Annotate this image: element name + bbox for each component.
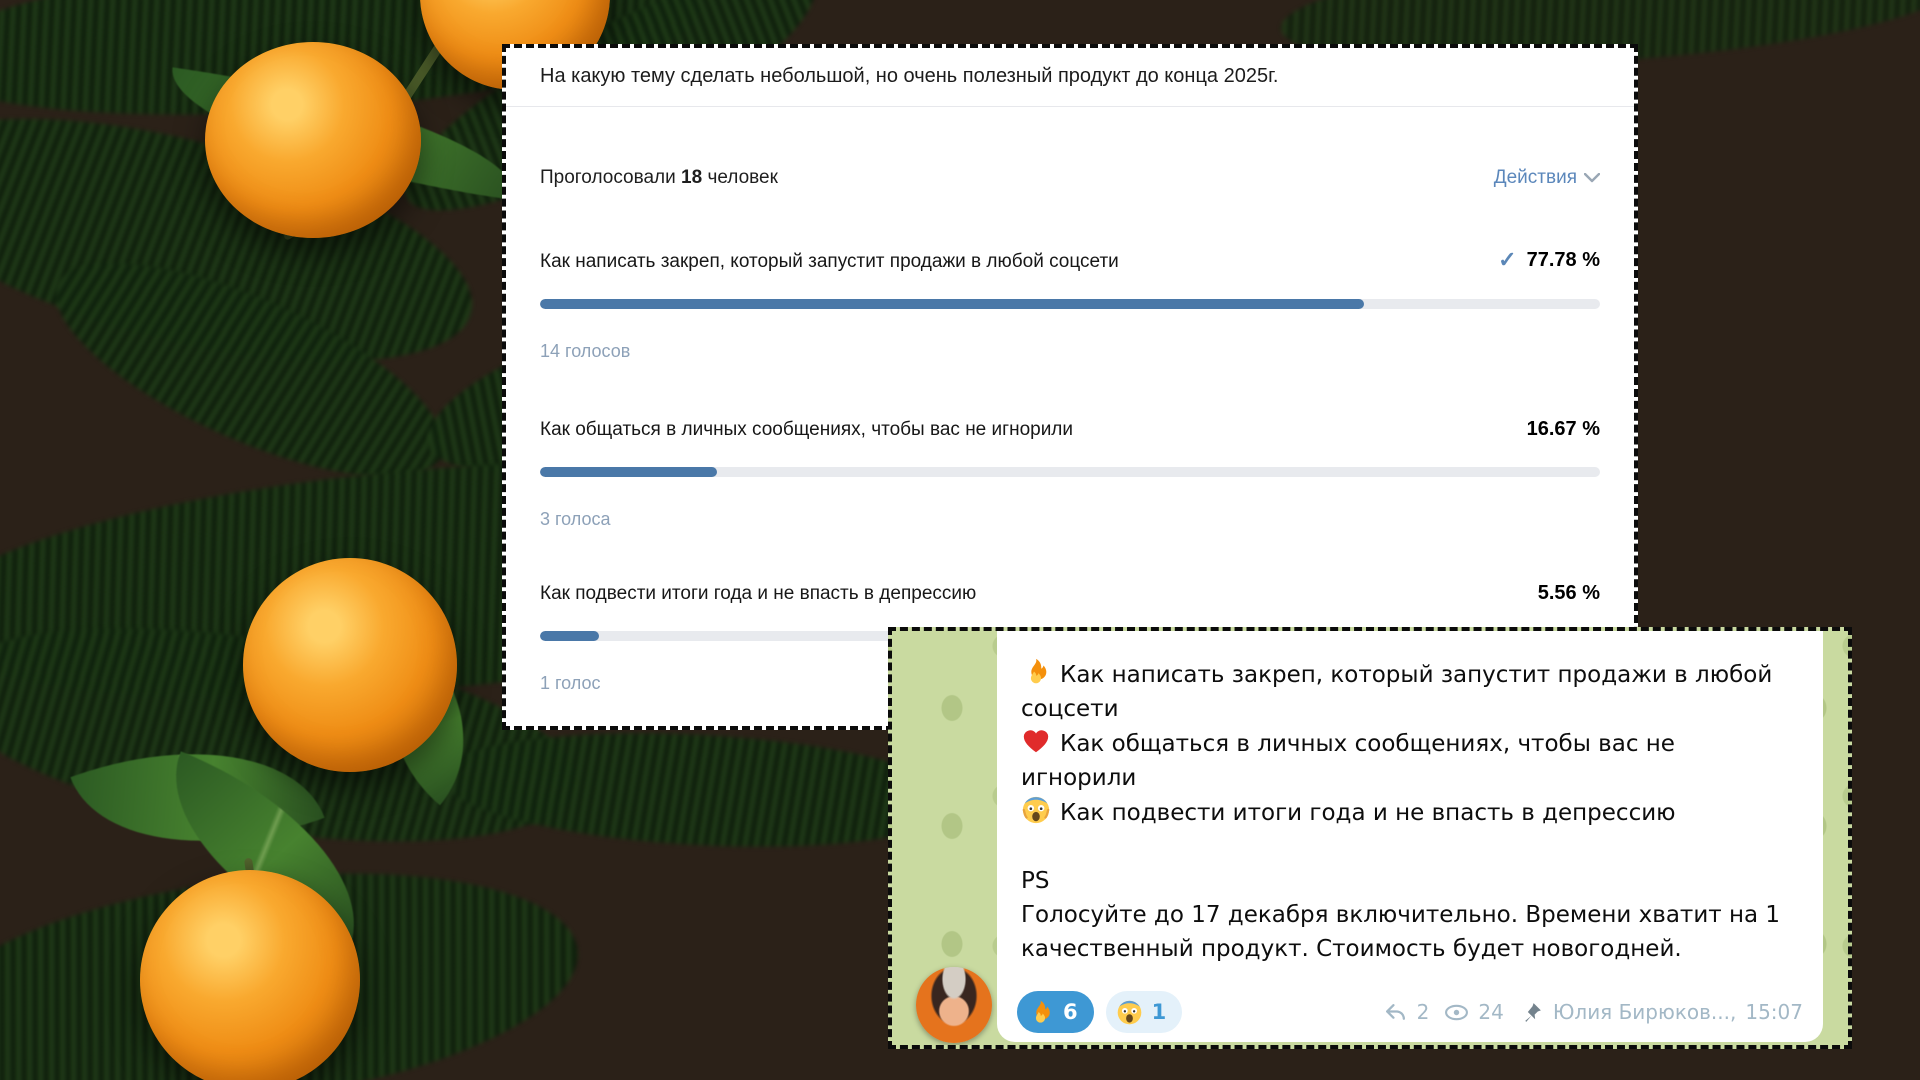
author-name[interactable]: Юлия Бирюков..., xyxy=(1553,1000,1737,1024)
telegram-message-bubble: Как написать закреп, который запустит пр… xyxy=(997,631,1823,1042)
poll-title: На какую тему сделать небольшой, но очен… xyxy=(540,65,1279,87)
voted-count: 18 xyxy=(681,167,703,188)
divider xyxy=(506,106,1634,107)
reaction-count: 6 xyxy=(1063,1000,1078,1024)
poll-option: Как написать закреп, который запустит пр… xyxy=(540,247,1600,362)
reactions: 6 1 xyxy=(1017,991,1183,1033)
poll-voted-summary: Проголосовали 18 человек xyxy=(540,167,778,188)
tangerine xyxy=(140,870,360,1080)
replies-icon[interactable] xyxy=(1383,1000,1408,1025)
reaction-scream-button[interactable]: 1 xyxy=(1105,991,1183,1033)
poll-option-bar-fill xyxy=(540,467,717,477)
poll-option-bar xyxy=(540,299,1600,309)
tangerine xyxy=(243,558,457,772)
poll-option-votes: 14 голосов xyxy=(540,341,631,361)
fire-icon xyxy=(1035,1000,1050,1023)
poll-option-label: Как общаться в личных сообщениях, чтобы … xyxy=(540,419,1074,440)
author-avatar[interactable] xyxy=(916,967,992,1043)
scream-icon xyxy=(1022,796,1050,824)
poll-option-percent: 5.56 % xyxy=(1537,582,1600,604)
poll-option-bar-fill xyxy=(540,299,1365,309)
poll-option-label: Как написать закреп, который запустит пр… xyxy=(540,251,1119,272)
message-time: 15:07 xyxy=(1745,1000,1803,1024)
poll-choice-line: Как написать закреп, который запустит пр… xyxy=(1021,662,1773,722)
poll-actions-label: Действия xyxy=(1493,167,1577,188)
poll-choice-line: Как общаться в личных сообщениях, чтобы … xyxy=(1021,731,1675,791)
poll-option-percent: 16.67 % xyxy=(1526,418,1600,440)
telegram-message-text: Как написать закреп, который запустит пр… xyxy=(1021,657,1795,966)
message-footer: 6 1 2 24 Юлия Бирюков..., 15:07 xyxy=(1017,991,1803,1033)
poll-option-label: Как подвести итоги года и не впасть в де… xyxy=(540,583,977,604)
ps-text: Голосуйте до 17 декабря включительно. Вр… xyxy=(1021,902,1781,962)
message-meta: 2 24 Юлия Бирюков..., 15:07 xyxy=(1383,1000,1803,1025)
check-icon: ✓ xyxy=(1498,247,1517,272)
poll-option-bar-fill xyxy=(540,631,599,641)
reaction-count: 1 xyxy=(1151,1000,1167,1024)
red-heart-icon xyxy=(1023,730,1049,753)
pinned-icon xyxy=(1525,1002,1541,1022)
screenshot-root: На какую тему сделать небольшой, но очен… xyxy=(0,0,1920,1080)
poll-option-votes: 3 голоса xyxy=(540,509,611,529)
scream-icon xyxy=(1117,1000,1141,1024)
poll-choice-line: Как подвести итоги года и не впасть в де… xyxy=(1060,800,1676,826)
poll-actions-dropdown[interactable]: Действия xyxy=(1494,167,1600,189)
reaction-fire-button[interactable]: 6 xyxy=(1017,991,1094,1033)
poll-option-bar xyxy=(540,467,1600,477)
poll-option: Как общаться в личных сообщениях, чтобы … xyxy=(540,416,1600,530)
telegram-post-card: Как написать закреп, который запустит пр… xyxy=(888,627,1852,1049)
ps-label: PS xyxy=(1021,868,1050,894)
chevron-down-icon xyxy=(1584,173,1600,183)
poll-option-percent: 77.78 % xyxy=(1526,249,1600,271)
replies-count: 2 xyxy=(1416,1000,1430,1024)
tangerine xyxy=(205,42,421,238)
views-count: 24 xyxy=(1478,1000,1504,1024)
fire-icon xyxy=(1030,658,1047,684)
views-icon xyxy=(1445,1004,1469,1020)
